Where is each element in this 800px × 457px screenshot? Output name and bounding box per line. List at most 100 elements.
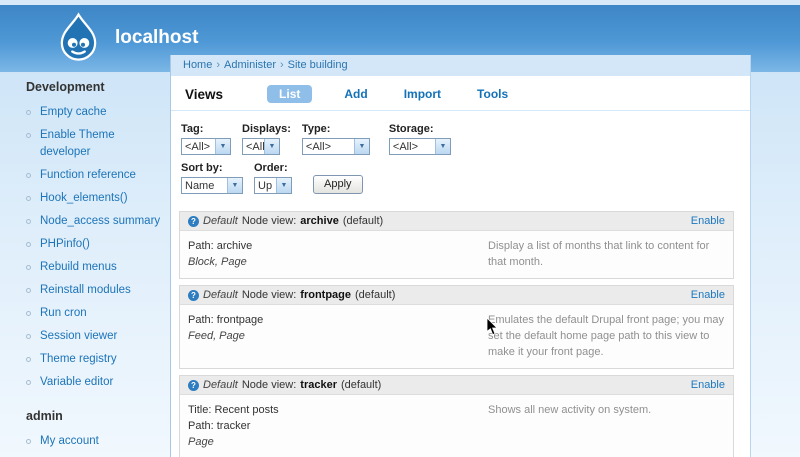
apply-button[interactable]: Apply (313, 175, 363, 194)
breadcrumb: Home › Administer › Site building (171, 55, 750, 76)
sidebar-link[interactable]: Empty cache (40, 104, 106, 121)
view-row-tracker: ? Default Node view: tracker (default) E… (179, 375, 734, 457)
view-name: frontpage (300, 289, 352, 301)
help-icon[interactable]: ? (188, 289, 199, 301)
sidebar-link[interactable]: Session viewer (40, 328, 117, 345)
dropdown-arrow-icon: ▼ (434, 139, 450, 154)
filter-storage-select[interactable]: <All> ▼ (388, 138, 451, 155)
breadcrumb-link-home[interactable]: Home (183, 59, 212, 71)
selected-value: <All> (305, 140, 331, 153)
sidebar-section-title: admin (26, 409, 63, 423)
sidebar-item-hook-elements[interactable]: Hook_elements() (26, 190, 168, 207)
sidebar-item-node-access-summary[interactable]: Node_access summary (26, 213, 168, 230)
view-description: Emulates the default Drupal front page; … (488, 314, 725, 358)
title-row: Views List Add Import Tools (171, 76, 750, 111)
sidebar-item-reinstall-modules[interactable]: Reinstall modules (26, 282, 168, 299)
sidebar-link[interactable]: Reinstall modules (40, 282, 131, 299)
sidebar-link[interactable]: Enable Theme developer (40, 127, 168, 161)
dropdown-arrow-icon: ▼ (353, 139, 369, 154)
view-displays: Page (188, 436, 214, 448)
tab-add[interactable]: Add (340, 85, 371, 103)
sidebar-link[interactable]: Node_access summary (40, 213, 160, 230)
sidebar-link[interactable]: Variable editor (40, 374, 113, 391)
sidebar-item-function-reference[interactable]: Function reference (26, 167, 168, 184)
bullet-icon (26, 216, 40, 230)
sidebar-item-my-account[interactable]: My account (26, 433, 168, 450)
breadcrumb-link-administer[interactable]: Administer (224, 59, 276, 71)
view-type: Default (203, 379, 238, 391)
filter-sort-by-select[interactable]: Name ▼ (181, 177, 243, 194)
sidebar-link[interactable]: My account (40, 433, 99, 450)
filter-type-label: Type: (301, 123, 331, 135)
sidebar-item-empty-cache[interactable]: Empty cache (26, 104, 168, 121)
filter-displays-select[interactable]: <All>▼ (242, 138, 280, 155)
filter-order-select[interactable]: Up ▼ (254, 177, 292, 194)
bullet-icon (26, 308, 40, 322)
view-kind: Node view: (241, 289, 297, 301)
breadcrumb-separator: › (216, 59, 221, 71)
sidebar-item-variable-editor[interactable]: Variable editor (26, 374, 168, 391)
view-name: tracker (300, 379, 337, 391)
selected-value: <All> (246, 140, 264, 153)
view-kind: Node view: (241, 379, 297, 391)
filter-sort-by-label: Sort by: (181, 162, 223, 174)
view-type: Default (203, 289, 238, 301)
filter-tag-select[interactable]: <All> ▼ (181, 138, 231, 155)
view-suffix: (default) (342, 215, 384, 227)
sidebar-item-rebuild-menus[interactable]: Rebuild menus (26, 259, 168, 276)
enable-link[interactable]: Enable (691, 379, 725, 391)
breadcrumb-link-site-building[interactable]: Site building (288, 59, 348, 71)
sidebar-link[interactable]: Run cron (40, 305, 87, 322)
help-icon[interactable]: ? (188, 215, 199, 227)
sidebar-item-enable-theme-developer[interactable]: Enable Theme developer (26, 127, 168, 161)
view-row-frontpage: ? Default Node view: frontpage (default)… (179, 285, 734, 369)
sidebar-item-run-cron[interactable]: Run cron (26, 305, 168, 322)
filter-type: Type: <All> ▼ (301, 123, 370, 155)
sidebar-link[interactable]: PHPinfo() (40, 236, 90, 253)
view-displays: Feed, Page (188, 330, 245, 342)
filter-displays-label: Displays: (242, 123, 291, 135)
sidebar-link[interactable]: Rebuild menus (40, 259, 117, 276)
sidebar-link[interactable]: Theme registry (40, 351, 117, 368)
selected-value: <All> (185, 140, 211, 153)
main-panel: Home › Administer › Site building Views List… (170, 55, 751, 457)
bullet-icon (26, 107, 40, 121)
bullet-icon (26, 262, 40, 276)
sidebar-item-theme-registry[interactable]: Theme registry (26, 351, 168, 368)
view-suffix: (default) (355, 289, 396, 301)
dropdown-arrow-icon: ▼ (264, 139, 279, 154)
filter-order-label: Order: (254, 162, 288, 174)
view-kind: Node view: (241, 215, 297, 227)
view-path: Path: tracker (188, 420, 251, 432)
view-row-header: ? Default Node view: tracker (default) E… (180, 376, 733, 395)
tab-bar: List Add Import Tools (267, 85, 512, 103)
filter-displays: Displays: <All>▼ (242, 123, 291, 155)
bullet-icon (26, 130, 40, 161)
selected-value: <All> (392, 140, 418, 153)
filters: Tag: <All>▼ Displays: <All>▼ Type: <All>… (171, 111, 750, 211)
sidebar-link[interactable]: Function reference (40, 167, 136, 184)
view-title: Title: Recent posts (188, 404, 279, 416)
bullet-icon (26, 331, 40, 345)
filter-row-2: Sort by: Name ▼ Order: Up ▼ Apply (181, 162, 740, 194)
view-row-body: Path: archive Block, Page Display a list… (180, 231, 733, 278)
filter-type-select[interactable]: <All> ▼ (301, 138, 370, 155)
view-description: Shows all new activity on system. (488, 404, 652, 416)
bullet-icon (26, 285, 40, 299)
sidebar-link[interactable]: Hook_elements() (40, 190, 128, 207)
tab-import[interactable]: Import (400, 85, 445, 103)
view-type: Default (203, 215, 238, 227)
view-details: Title: Recent posts Path: tracker Page (188, 402, 488, 450)
filter-tag-label: Tag: (181, 123, 204, 135)
tab-tools[interactable]: Tools (473, 85, 512, 103)
sidebar: Development Empty cache Enable Theme dev… (26, 80, 168, 457)
enable-link[interactable]: Enable (691, 289, 725, 301)
filter-row-1: Tag: <All>▼ Displays: <All>▼ Type: <All>… (181, 123, 740, 155)
tab-list[interactable]: List (267, 85, 313, 103)
selected-value: Up (258, 179, 273, 192)
enable-link[interactable]: Enable (691, 215, 725, 227)
sidebar-item-session-viewer[interactable]: Session viewer (26, 328, 168, 345)
filter-storage: Storage: <All> ▼ (388, 123, 451, 155)
help-icon[interactable]: ? (188, 379, 199, 391)
sidebar-item-phpinfo[interactable]: PHPinfo() (26, 236, 168, 253)
